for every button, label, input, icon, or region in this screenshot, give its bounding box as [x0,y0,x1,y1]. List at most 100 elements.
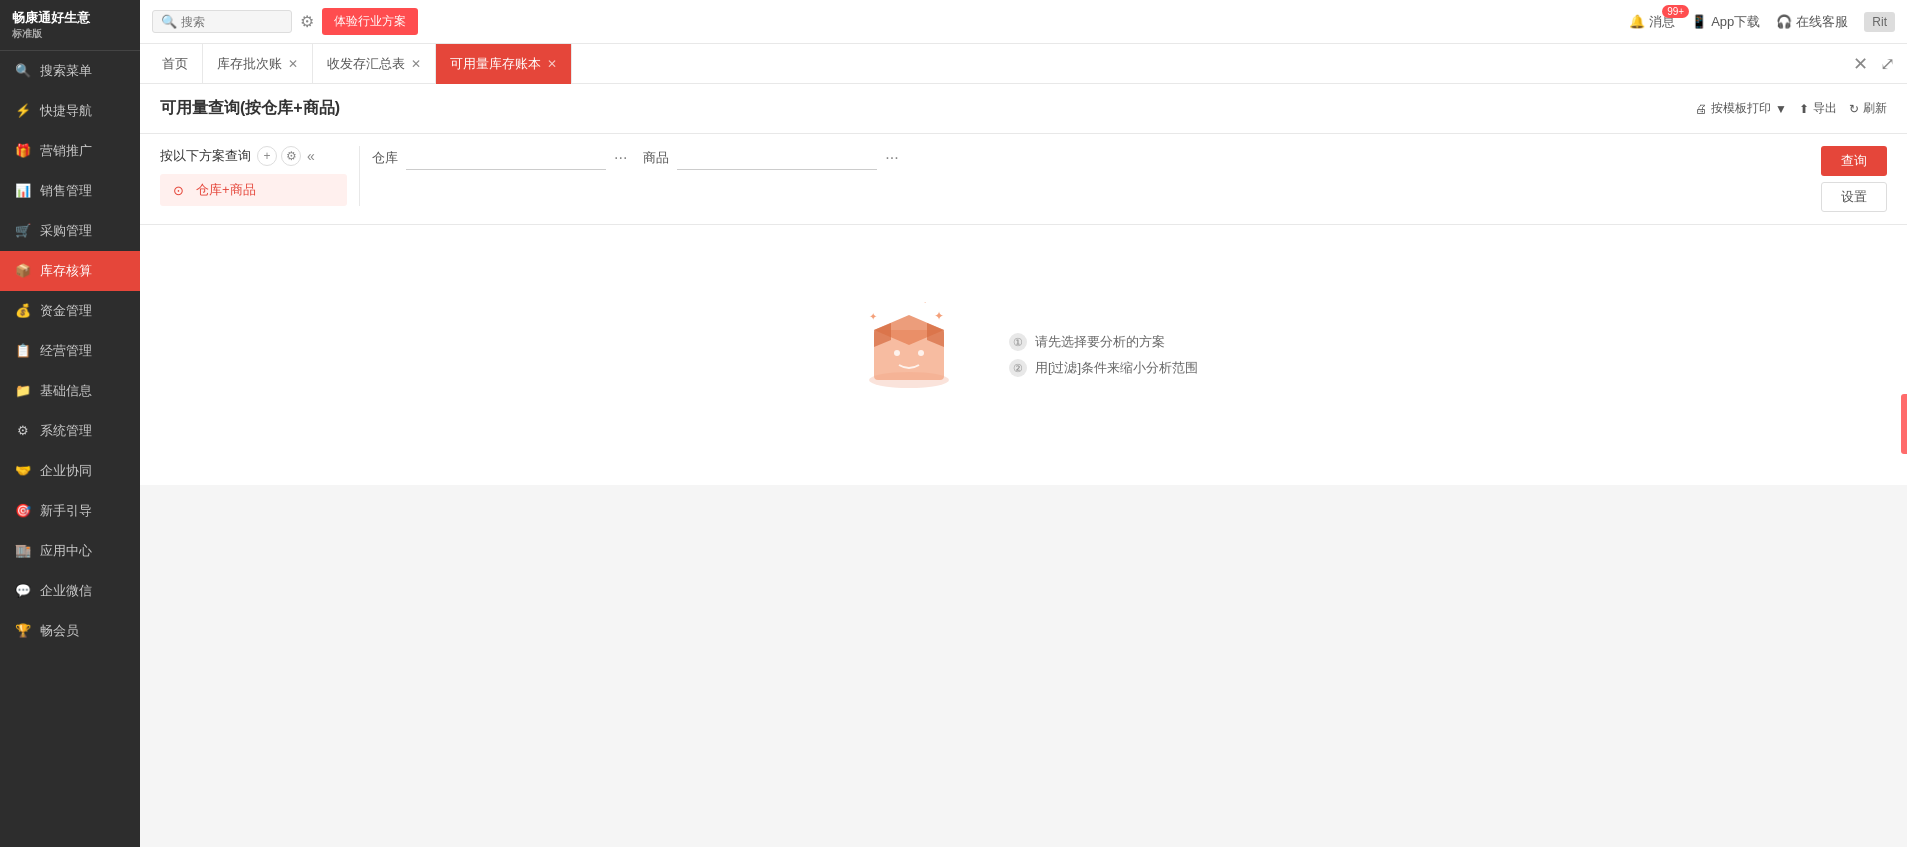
sidebar-item-label: 营销推广 [40,142,92,160]
topbar-search[interactable]: 🔍 [152,10,292,33]
sales-icon: 📊 [14,182,32,200]
warehouse-label: 仓库 [372,149,398,167]
tab-label-available: 可用量库存账本 [450,55,541,73]
message-icon: 🔔 [1629,14,1645,29]
sidebar-item-label: 资金管理 [40,302,92,320]
sidebar-item-sales[interactable]: 📊销售管理 [0,171,140,211]
sidebar-item-apps[interactable]: 🏬应用中心 [0,531,140,571]
sidebar-item-label: 库存核算 [40,262,92,280]
chevron-down-icon: ▼ [1775,102,1787,116]
query-button[interactable]: 查询 [1821,146,1887,176]
tab-summary[interactable]: 收发存汇总表 ✕ [313,44,436,84]
sidebar-logo: 畅康通好生意 标准版 [12,10,128,40]
sidebar-item-search[interactable]: 🔍搜索菜单 [0,51,140,91]
settings-icon[interactable]: ⚙ [300,12,314,31]
tab-close-available[interactable]: ✕ [547,57,557,71]
warehouse-more-icon[interactable]: ··· [614,149,627,167]
tab-close-all[interactable]: ✕ [1845,53,1876,75]
query-filters: 仓库 ··· 商品 ··· [372,146,1809,170]
tab-close-summary[interactable]: ✕ [411,57,421,71]
tab-home[interactable]: 首页 [148,44,203,84]
sidebar-item-shortcut[interactable]: ⚡快捷导航 [0,91,140,131]
basic-icon: 📁 [14,382,32,400]
edit-scheme-button[interactable]: ⚙ [281,146,301,166]
sidebar-item-member[interactable]: 🏆畅会员 [0,611,140,651]
print-icon: 🖨 [1695,102,1707,116]
add-scheme-button[interactable]: + [257,146,277,166]
sidebar: 畅康通好生意 标准版 🔍搜索菜单⚡快捷导航 🎁 营销推广 📊销售管理🛒采购管理📦库存核… [0,0,140,847]
empty-illustration: ✦ ✦ · [849,285,969,405]
scheme-item-warehouse-product[interactable]: ⊙ 仓库+商品 [160,174,347,206]
sidebar-item-label: 企业微信 [40,582,92,600]
svg-point-5 [894,350,900,356]
tab-close-batch[interactable]: ✕ [288,57,298,71]
svg-text:·: · [924,298,926,307]
tab-label-summary: 收发存汇总表 [327,55,405,73]
sidebar-item-label: 应用中心 [40,542,92,560]
content-area: ✦ ✦ · ① 请先选择要分析的方案 ② 用[过滤]条件来缩小 [140,225,1907,485]
trial-button[interactable]: 体验行业方案 [322,8,418,35]
sidebar-item-marketing[interactable]: 🎁 营销推广 [0,131,140,171]
page-header: 可用量查询(按仓库+商品) 🖨 按模板打印 ▼ ⬆ 导出 ↻ 刷新 [140,84,1907,134]
scheme-item-icon: ⊙ [168,180,188,200]
svg-text:✦: ✦ [869,311,877,322]
online-service-link[interactable]: 🎧 在线客服 [1776,13,1848,31]
enterprise-icon: 🤝 [14,462,32,480]
main-content: 🔍 ⚙ 体验行业方案 🔔 消息 99+ 📱 App下载 🎧 在线客服 Rit 首… [140,0,1907,847]
phone-icon: 📱 [1691,14,1707,29]
system-icon: ⚙ [14,422,32,440]
guide-icon: 🎯 [14,502,32,520]
query-area: 按以下方案查询 + ⚙ « ⊙ 仓库+商品 仓库 [140,134,1907,225]
tab-label-batch: 库存批次账 [217,55,282,73]
scheme-actions: + ⚙ [257,146,301,166]
sidebar-scroll: 🔍搜索菜单⚡快捷导航 🎁 营销推广 📊销售管理🛒采购管理📦库存核算💰资金管理📋经营管理… [0,51,140,847]
export-button[interactable]: ⬆ 导出 [1799,100,1837,117]
user-avatar[interactable]: Rit [1864,12,1895,32]
print-button[interactable]: 🖨 按模板打印 ▼ [1695,100,1787,117]
tab-available[interactable]: 可用量库存账本 ✕ [436,44,572,84]
empty-tips: ① 请先选择要分析的方案 ② 用[过滤]条件来缩小分析范围 [1009,333,1198,377]
sidebar-item-guide[interactable]: 🎯新手引导 [0,491,140,531]
sidebar-item-enterprise[interactable]: 🤝 企业协同 [0,451,140,491]
search-input[interactable] [181,15,281,29]
wechat-icon: 💬 [14,582,32,600]
message-badge: 99+ [1662,5,1689,18]
marketing-icon: 🎁 [14,142,32,160]
collapse-icon[interactable]: « [307,148,315,164]
empty-tip-2: ② 用[过滤]条件来缩小分析范围 [1009,359,1198,377]
app-download-link[interactable]: 📱 App下载 [1691,13,1760,31]
sidebar-item-finance[interactable]: 💰资金管理 [0,291,140,331]
topbar: 🔍 ⚙ 体验行业方案 🔔 消息 99+ 📱 App下载 🎧 在线客服 Rit [140,0,1907,44]
product-label: 商品 [643,149,669,167]
tab-batch[interactable]: 库存批次账 ✕ [203,44,313,84]
refresh-button[interactable]: ↻ 刷新 [1849,100,1887,117]
filter-product: 商品 ··· [643,146,898,170]
scroll-handle[interactable] [1901,394,1907,454]
sidebar-item-purchase[interactable]: 🛒采购管理 [0,211,140,251]
warehouse-input[interactable] [406,146,606,170]
page-content: 可用量查询(按仓库+商品) 🖨 按模板打印 ▼ ⬆ 导出 ↻ 刷新 [140,84,1907,847]
message-link[interactable]: 🔔 消息 99+ [1629,13,1675,31]
settings-button[interactable]: 设置 [1821,182,1887,212]
tab-expand[interactable]: ⤢ [1876,53,1899,75]
tabs-bar: 首页库存批次账 ✕ 收发存汇总表 ✕ 可用量库存账本 ✕ ✕ ⤢ [140,44,1907,84]
sidebar-item-label: 企业协同 [40,462,92,480]
search-icon: 🔍 [14,62,32,80]
page-title: 可用量查询(按仓库+商品) [160,98,340,119]
sidebar-header: 畅康通好生意 标准版 [0,0,140,51]
sidebar-item-wechat[interactable]: 💬 企业微信 [0,571,140,611]
sidebar-item-label: 经营管理 [40,342,92,360]
sidebar-item-operations[interactable]: 📋经营管理 [0,331,140,371]
sidebar-item-label: 系统管理 [40,422,92,440]
search-icon: 🔍 [161,14,177,29]
sidebar-item-basic[interactable]: 📁基础信息 [0,371,140,411]
product-more-icon[interactable]: ··· [885,149,898,167]
sidebar-item-system[interactable]: ⚙ 系统管理 [0,411,140,451]
filter-warehouse: 仓库 ··· [372,146,627,170]
shortcut-icon: ⚡ [14,102,32,120]
purchase-icon: 🛒 [14,222,32,240]
sidebar-item-inventory[interactable]: 📦库存核算 [0,251,140,291]
svg-point-6 [918,350,924,356]
product-input[interactable] [677,146,877,170]
empty-tip-1: ① 请先选择要分析的方案 [1009,333,1198,351]
